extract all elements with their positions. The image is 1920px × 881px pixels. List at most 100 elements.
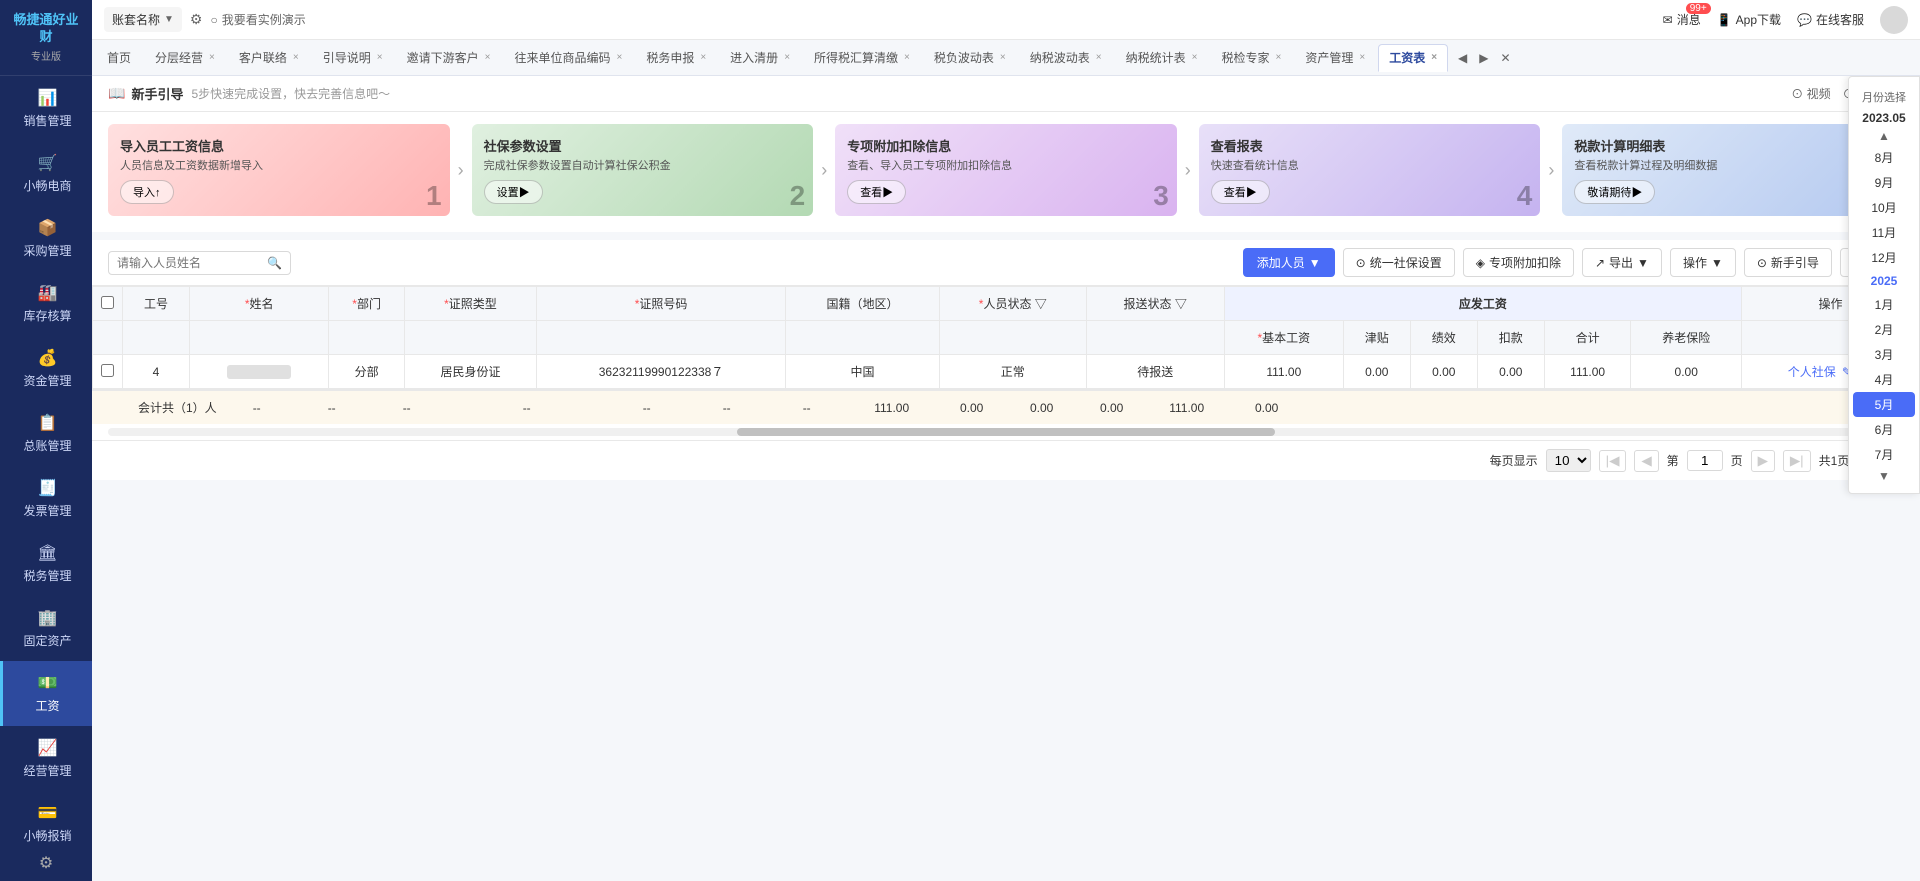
month-item-6[interactable]: 6月 [1849, 417, 1919, 442]
step-2-button[interactable]: 设置▶ [484, 180, 543, 204]
tab-income-tax[interactable]: 所得税汇算清缴× [803, 44, 921, 72]
account-selector[interactable]: 账套名称 ▼ [104, 7, 182, 32]
month-prev-icon[interactable]: ▲ [1878, 127, 1890, 145]
tab-close-all-icon[interactable]: ✕ [1497, 49, 1515, 67]
month-item-1[interactable]: 1月 [1849, 292, 1919, 317]
page-number-input[interactable] [1687, 450, 1723, 471]
tab-tax-stats[interactable]: 纳税统计表× [1115, 44, 1209, 72]
row-checkbox[interactable] [101, 364, 114, 377]
sidebar-item-sales[interactable]: 📊销售管理 [0, 76, 92, 141]
close-icon[interactable]: × [616, 52, 622, 63]
close-icon[interactable]: × [700, 52, 706, 63]
demo-button[interactable]: ○ 我要看实例演示 [210, 11, 305, 28]
close-icon[interactable]: × [1275, 52, 1281, 63]
month-item-3[interactable]: 3月 [1849, 342, 1919, 367]
user-avatar[interactable] [1880, 6, 1908, 34]
close-icon[interactable]: × [784, 52, 790, 63]
sidebar-item-ecommerce[interactable]: 🛒小畅电商 [0, 141, 92, 206]
tab-prev-icon[interactable]: ◀ [1454, 49, 1471, 67]
prev-page-button[interactable]: ◀ [1634, 450, 1658, 472]
tab-contact[interactable]: 客户联络× [228, 44, 310, 72]
online-service-button[interactable]: 💬 在线客服 [1797, 11, 1864, 28]
tab-home[interactable]: 首页 [96, 44, 142, 72]
tab-tax-wave[interactable]: 纳税波动表× [1019, 44, 1113, 72]
month-item-12[interactable]: 12月 [1849, 245, 1919, 270]
step-4-button[interactable]: 查看▶ [1211, 180, 1270, 204]
tab-payroll[interactable]: 工资表× [1378, 44, 1448, 72]
search-wrap[interactable]: 🔍 [108, 251, 291, 275]
close-icon[interactable]: × [1192, 52, 1198, 63]
tab-layered[interactable]: 分层经营× [144, 44, 226, 72]
add-people-button[interactable]: 添加人员 ▼ [1243, 248, 1335, 277]
expenses-icon: 💳 [38, 803, 58, 823]
scrollbar-thumb[interactable] [737, 428, 1276, 436]
settings-icon[interactable]: ⚙ [39, 853, 53, 873]
sidebar-item-finance[interactable]: 💰资金管理 [0, 336, 92, 401]
month-item-10[interactable]: 10月 [1849, 195, 1919, 220]
filter-icon[interactable]: ▽ [1035, 297, 1047, 311]
sidebar-item-ledger[interactable]: 📋总账管理 [0, 401, 92, 466]
sidebar-item-payroll[interactable]: 💵工资 [0, 661, 92, 726]
month-item-2[interactable]: 2月 [1849, 317, 1919, 342]
content-area: 📖 新手引导 5步快速完成设置，快去完善信息吧～ ⊙ 视频 ⊙ 帮助 ✕ 导入员… [92, 76, 1920, 881]
sidebar-item-inventory[interactable]: 🏭库存核算 [0, 271, 92, 336]
sidebar-item-operations[interactable]: 📈经营管理 [0, 726, 92, 791]
month-next-icon[interactable]: ▼ [1878, 467, 1890, 485]
table-footer: 会计共（1）人 -- -- -- -- -- -- -- 111.00 0.00… [92, 389, 1920, 424]
sidebar-item-expenses[interactable]: 💳小畅报销 [0, 791, 92, 845]
next-page-button[interactable]: ▶ [1751, 450, 1775, 472]
tab-next-icon[interactable]: ▶ [1475, 49, 1492, 67]
tab-invite[interactable]: 邀请下游客户× [396, 44, 502, 72]
guide-video-link[interactable]: ⊙ 视频 [1791, 85, 1830, 102]
close-icon[interactable]: × [904, 52, 910, 63]
close-icon[interactable]: × [1000, 52, 1006, 63]
tab-assets[interactable]: 资产管理× [1294, 44, 1376, 72]
personal-insurance-link[interactable]: 个人社保 [1788, 363, 1836, 380]
tab-clearance[interactable]: 进入清册× [719, 44, 801, 72]
month-item-9[interactable]: 9月 [1849, 170, 1919, 195]
close-icon[interactable]: × [209, 52, 215, 63]
first-page-button[interactable]: |◀ [1599, 450, 1627, 472]
settings-btn[interactable]: ⚙ [190, 11, 203, 28]
export-button[interactable]: ↗ 导出 ▼ [1582, 248, 1662, 277]
sidebar-item-purchase[interactable]: 📦采购管理 [0, 206, 92, 271]
close-icon[interactable]: × [377, 52, 383, 63]
month-item-7[interactable]: 7月 [1849, 442, 1919, 467]
last-page-button[interactable]: ▶| [1783, 450, 1811, 472]
close-icon[interactable]: × [485, 52, 491, 63]
close-icon[interactable]: × [1359, 52, 1365, 63]
month-item-11[interactable]: 11月 [1849, 220, 1919, 245]
th-name: *姓名 [190, 287, 329, 321]
unified-settings-button[interactable]: ⊙ 统一社保设置 [1343, 248, 1455, 277]
step-1-button[interactable]: 导入↑ [120, 180, 174, 204]
sidebar-item-invoice[interactable]: 🧾发票管理 [0, 466, 92, 531]
tab-tax-filing[interactable]: 税务申报× [635, 44, 717, 72]
close-icon[interactable]: × [293, 52, 299, 63]
step-3-button[interactable]: 查看▶ [847, 180, 906, 204]
tab-tax-burden[interactable]: 税负波动表× [923, 44, 1017, 72]
close-icon[interactable]: × [1431, 52, 1437, 63]
month-item-5[interactable]: 5月 [1853, 392, 1915, 417]
sidebar-item-assets[interactable]: 🏢固定资产 [0, 596, 92, 661]
salary-table: 工号 *姓名 *部门 *证照类型 *证照号码 国籍（地区） *人员状态 ▽ 报送… [92, 286, 1920, 389]
month-item-4[interactable]: 4月 [1849, 367, 1919, 392]
message-button[interactable]: ✉ 消息 99+ [1663, 11, 1701, 28]
filter-icon[interactable]: ▽ [1175, 297, 1187, 311]
tab-tax-expert[interactable]: 税检专家× [1210, 44, 1292, 72]
tab-product-code[interactable]: 往来单位商品编码× [503, 44, 633, 72]
horizontal-scrollbar[interactable] [92, 424, 1920, 440]
page-size-select[interactable]: 10 20 50 [1546, 449, 1591, 472]
search-input[interactable] [117, 256, 267, 270]
sidebar-item-tax[interactable]: 🏛税务管理 [0, 531, 92, 596]
th-nationality: 国籍（地区） [786, 287, 940, 321]
tab-guide[interactable]: 引导说明× [312, 44, 394, 72]
sidebar-item-label: 经营管理 [23, 762, 71, 779]
month-item-8[interactable]: 8月 [1849, 145, 1919, 170]
close-icon[interactable]: × [1096, 52, 1102, 63]
select-all-checkbox[interactable] [101, 296, 114, 309]
special-deduction-button[interactable]: ◈ 专项附加扣除 [1463, 248, 1574, 277]
new-guide-button[interactable]: ⊙ 新手引导 [1744, 248, 1832, 277]
app-download-button[interactable]: 📱 App下载 [1717, 11, 1781, 28]
operations-button[interactable]: 操作 ▼ [1670, 248, 1736, 277]
step-5-button[interactable]: 敬请期待▶ [1574, 180, 1655, 204]
